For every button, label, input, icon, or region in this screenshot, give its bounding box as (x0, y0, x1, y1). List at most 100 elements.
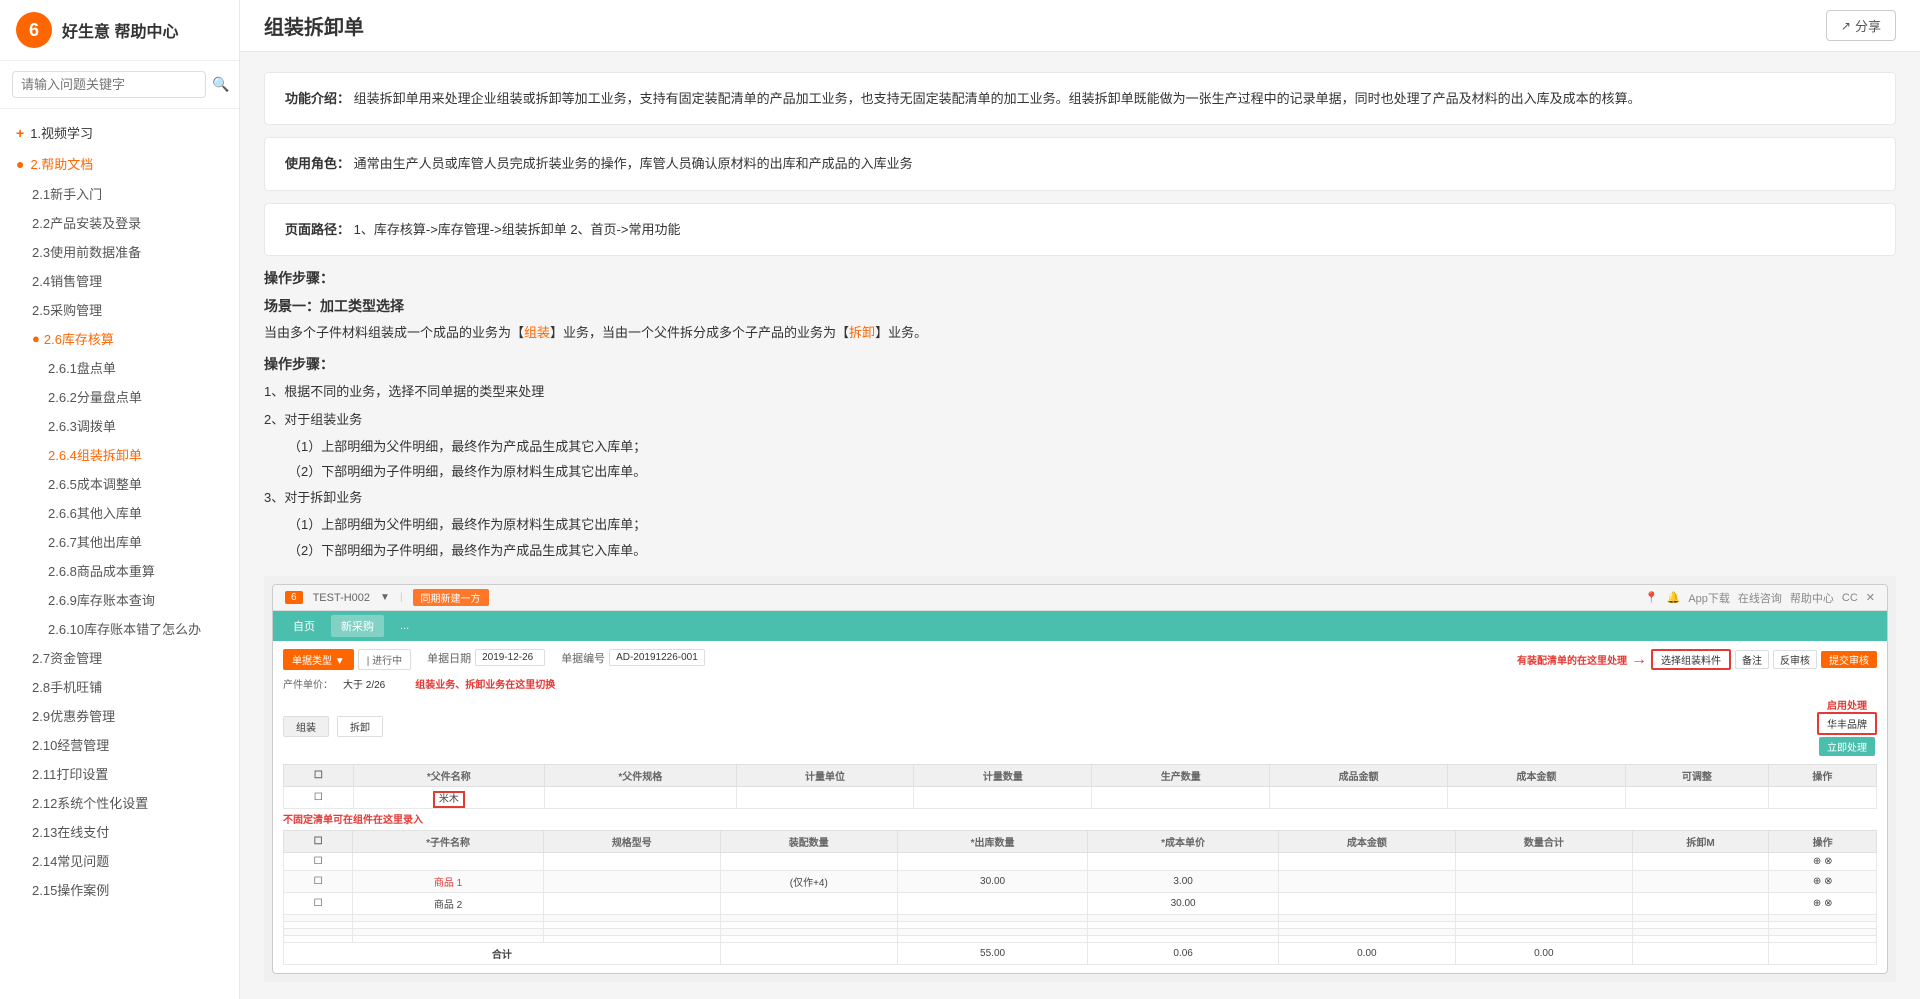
cell-unit (736, 787, 914, 809)
type-tabs: 单据类型 ▼ | 进行中 (283, 649, 411, 670)
sidebar-item-sales[interactable]: 2.4销售管理 (32, 266, 239, 295)
ops-heading: 操作步骤： (264, 354, 1896, 374)
nav-more[interactable]: ... (390, 617, 419, 635)
close-icon[interactable]: ✕ (1866, 591, 1875, 604)
form-row-2: 产件单价： 大于 2/26 组装业务、拆卸业务在这里切换 (283, 676, 1877, 691)
lcell-out-2: 30.00 (897, 871, 1088, 893)
col-unit-qty: 计量数量 (914, 765, 1092, 787)
search-icon[interactable]: 🔍 (212, 76, 229, 93)
cell-checkbox[interactable]: ☐ (284, 787, 354, 809)
sidebar-item-stocktake[interactable]: 2.6.1盘点单 (48, 353, 239, 382)
lcol-total-qty: 数量合计 (1455, 831, 1632, 853)
footer-val-6 (1632, 943, 1769, 965)
app-name: 好生意 帮助中心 (62, 18, 178, 42)
order-value: AD-20191226-001 (609, 649, 705, 666)
lcell-checkbox-2[interactable]: ☐ (284, 871, 353, 893)
content-area: 功能介绍： 组装拆卸单用来处理企业组装或拆卸等加工业务，支持有固定装配清单的产品… (240, 52, 1920, 999)
sidebar-item-faq[interactable]: 2.14常见问题 (32, 846, 239, 875)
footer-val-1 (720, 943, 897, 965)
add-row-icon-2[interactable]: ⊕ (1813, 876, 1821, 887)
app-text-2: 在线咨询 (1738, 590, 1782, 606)
ann-btn-1[interactable]: 选择组装料件 (1651, 649, 1731, 670)
sidebar-item-purchase[interactable]: 2.5采购管理 (32, 295, 239, 324)
del-row-icon-3[interactable]: ⊗ (1824, 898, 1832, 909)
sidebar-item-other-out[interactable]: 2.6.7其他出库单 (48, 527, 239, 556)
annotation-3: 不固定清单可在组件在这里录入 (283, 811, 1877, 826)
parent-name-input[interactable]: 米木 (433, 791, 465, 808)
apply-btn[interactable]: 立即处理 (1819, 737, 1875, 756)
lcell-name-1 (353, 853, 544, 871)
sidebar-item-mobile[interactable]: 2.8手机旺铺 (32, 672, 239, 701)
app-new-btn[interactable]: 同期新建一方 (413, 589, 489, 606)
lcell-name-3: 商品 2 (353, 893, 544, 915)
sidebar-item-assembly[interactable]: 2.6.4组装拆卸单 (48, 440, 239, 469)
ann-arrow-1: → (1631, 651, 1647, 669)
step3-2: （2）下部明细为子件明细，最终作为产成品生成其它入库单。 (288, 539, 1896, 562)
add-row-icon-3[interactable]: ⊕ (1813, 898, 1821, 909)
lcell-checkbox-3[interactable]: ☐ (284, 893, 353, 915)
del-row-icon[interactable]: ⊗ (1824, 856, 1832, 867)
sidebar-item-transfer[interactable]: 2.6.3调拨单 (48, 411, 239, 440)
sidebar-item-ledger-query[interactable]: 2.6.9库存账本查询 (48, 585, 239, 614)
sidebar-item-coupon[interactable]: 2.9优惠券管理 (32, 701, 239, 730)
nav-purchase[interactable]: 新采购 (331, 615, 384, 637)
ann-btn-4[interactable]: 提交审核 (1821, 651, 1877, 668)
footer-label: 合计 (284, 943, 721, 965)
share-button[interactable]: ↗ 分享 (1826, 10, 1896, 41)
lcell-amt-3 (1278, 893, 1455, 915)
sidebar-item-payment[interactable]: 2.13在线支付 (32, 817, 239, 846)
sidebar-item-partial-stock[interactable]: 2.6.2分量盘点单 (48, 382, 239, 411)
assemble-tab[interactable]: 组装 (283, 716, 329, 737)
del-row-icon-2[interactable]: ⊗ (1824, 876, 1832, 887)
cell-unit-qty (914, 787, 1092, 809)
sidebar-item-cases[interactable]: 2.15操作案例 (32, 875, 239, 904)
step2-1: （1）上部明细为父件明细，最终作为产成品生成其它入库单； (288, 435, 1896, 458)
lcell-checkbox-1[interactable]: ☐ (284, 853, 353, 871)
scenario-desc-text: 当由多个子件材料组装成一个成品的业务为【组装】业务，当由一个父件拆分成多个子产品… (264, 325, 927, 340)
sidebar-item-ledger-fix[interactable]: 2.6.10库存账本错了怎么办 (48, 614, 239, 643)
table-row-empty-6 (284, 929, 1877, 936)
add-row-icon[interactable]: ⊕ (1813, 856, 1821, 867)
sidebar-item-inventory[interactable]: ● 2.6库存核算 (32, 324, 239, 353)
col-parent-spec: *父件规格 (545, 765, 736, 787)
sidebar-item-data-prep[interactable]: 2.3使用前数据准备 (32, 237, 239, 266)
ann-btn-2[interactable]: 备注 (1735, 650, 1769, 669)
cell-parent-name: 米木 (353, 787, 544, 809)
screenshot-container: 6 TEST-H002 ▼ | 同期新建一方 📍 🔔 App下载 在线咨询 帮助… (264, 576, 1896, 982)
lcol-checkbox: ☐ (284, 831, 353, 853)
annotation-1: 有装配清单的在这里处理 → 选择组装料件 备注 反审核 提交审核 (1517, 649, 1877, 670)
step1: 1、根据不同的业务，选择不同单据的类型来处理 (264, 380, 1896, 403)
step2-2: （2）下部明细为子件明细，最终作为原材料生成其它出库单。 (288, 460, 1896, 483)
lcell-spec-1 (543, 853, 720, 871)
tab-disassembly[interactable]: | 进行中 (358, 649, 411, 670)
lcell-assy-1 (720, 853, 897, 871)
lcell-dis-1 (1632, 853, 1769, 871)
top-bar: 组装拆卸单 ↗ 分享 (240, 0, 1920, 52)
app-nav: 自页 新采购 ... (273, 611, 1887, 641)
sidebar-item-docs[interactable]: ● 2.帮助文档 (0, 148, 239, 179)
sidebar-item-finance[interactable]: 2.7资金管理 (32, 643, 239, 672)
sidebar-item-video[interactable]: + 1.视频学习 (0, 117, 239, 148)
col-checkbox: ☐ (284, 765, 354, 787)
step2: 2、对于组装业务 (264, 408, 1896, 431)
search-input[interactable] (12, 71, 206, 98)
table-footer: 合计 55.00 0.06 0.00 0.00 (284, 943, 1877, 965)
path-label: 页面路径： (285, 222, 350, 237)
sidebar-sub-docs: 2.1新手入门 2.2产品安装及登录 2.3使用前数据准备 2.4销售管理 2.… (0, 179, 239, 904)
table-row: ☐ 商品 1 (仅作+4) 30.00 3.00 ⊕ (284, 871, 1877, 893)
lcol-assy-qty: 装配数量 (720, 831, 897, 853)
sidebar-item-install[interactable]: 2.2产品安装及登录 (32, 208, 239, 237)
sidebar-item-cost-adj[interactable]: 2.6.5成本调整单 (48, 469, 239, 498)
sidebar-item-operations[interactable]: 2.10经营管理 (32, 730, 239, 759)
sidebar-item-other-in[interactable]: 2.6.6其他入库单 (48, 498, 239, 527)
disassemble-tab[interactable]: 拆卸 (337, 716, 383, 737)
sidebar-item-cost-recalc[interactable]: 2.6.8商品成本重算 (48, 556, 239, 585)
sidebar-item-print[interactable]: 2.11打印设置 (32, 759, 239, 788)
function-intro-label: 功能介绍： (285, 91, 350, 106)
ann-btn-3[interactable]: 反审核 (1773, 650, 1817, 669)
footer-val-2: 55.00 (897, 943, 1088, 965)
nav-home[interactable]: 自页 (283, 615, 325, 637)
sidebar-item-customization[interactable]: 2.12系统个性化设置 (32, 788, 239, 817)
sidebar-item-newbie[interactable]: 2.1新手入门 (32, 179, 239, 208)
tab-assembly[interactable]: 单据类型 ▼ (283, 649, 354, 670)
